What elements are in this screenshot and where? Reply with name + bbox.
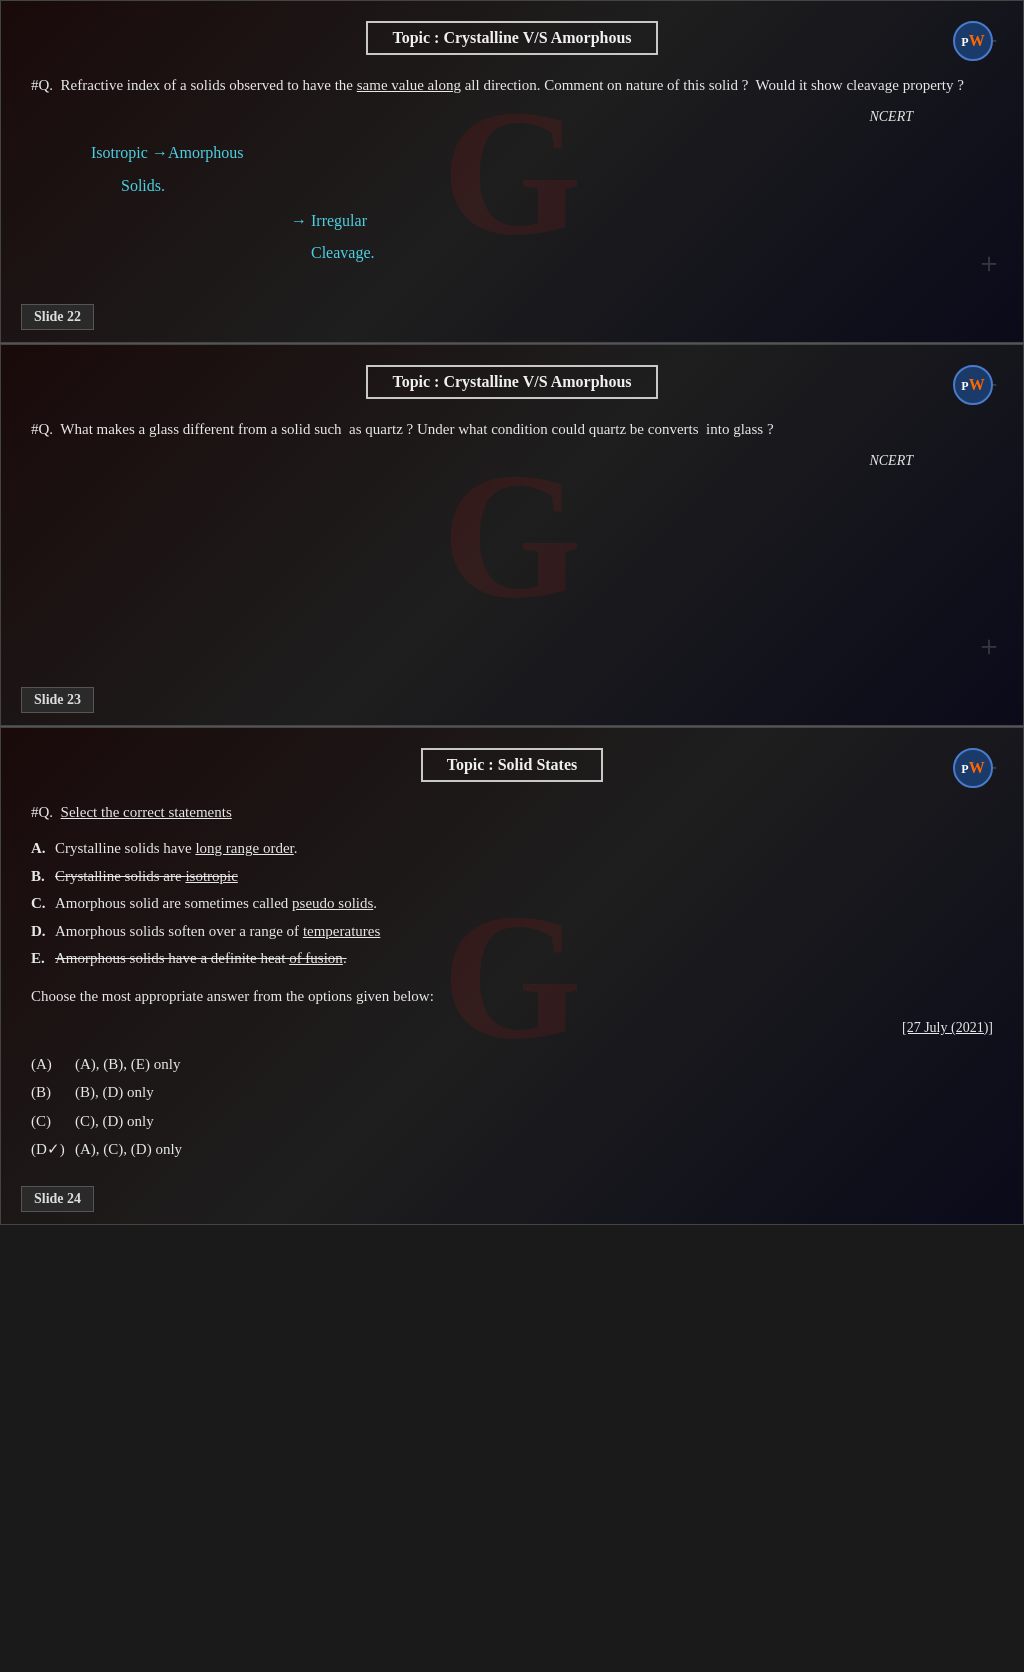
answer-c-value: (C), (D) only bbox=[75, 1107, 154, 1136]
slide-22-content: ＋ ＋ Topic : Crystalline V/S Amorphous PW… bbox=[1, 1, 1023, 342]
slide-24-topic-header: Topic : Solid States PW bbox=[31, 748, 993, 782]
option-c: C. Amorphous solid are sometimes called … bbox=[31, 891, 993, 917]
slide-23-container: ＋ ＋ Topic : Crystalline V/S Amorphous PW… bbox=[0, 344, 1024, 726]
pw-logo-p-23: PW bbox=[961, 377, 984, 393]
slide-22-question: #Q. Refractive index of a solids observe… bbox=[31, 73, 993, 97]
pw-logo-23: PW bbox=[953, 365, 993, 405]
pw-logo-p: PW bbox=[961, 33, 984, 49]
hw-line-2: Solids. bbox=[121, 172, 993, 201]
answer-d-value: (A), (C), (D) only bbox=[75, 1135, 182, 1164]
slide-24-content: ＋ Topic : Solid States PW #Q. Select the… bbox=[1, 728, 1023, 1224]
slide-22-handwritten: Isotropic →Amorphous Solids. → Irregular… bbox=[31, 125, 993, 282]
option-e-letter: E. bbox=[31, 946, 55, 972]
answer-b-value: (B), (D) only bbox=[75, 1078, 154, 1107]
option-d-letter: D. bbox=[31, 919, 55, 945]
pw-logo-22: PW bbox=[953, 21, 993, 61]
option-a-letter: A. bbox=[31, 836, 55, 862]
choose-text: Choose the most appropriate answer from … bbox=[31, 984, 993, 1008]
answer-d: (D✓) (A), (C), (D) only bbox=[31, 1135, 993, 1164]
hw-line-1: Isotropic →Amorphous bbox=[91, 139, 993, 168]
answer-c-label: (C) bbox=[31, 1107, 67, 1136]
slide-22-topic-header: Topic : Crystalline V/S Amorphous PW bbox=[31, 21, 993, 55]
pw-logo-24: PW bbox=[953, 748, 993, 788]
option-c-letter: C. bbox=[31, 891, 55, 917]
slide-22-ncert: NCERT bbox=[31, 109, 913, 125]
option-d: D. Amorphous solids soften over a range … bbox=[31, 919, 993, 945]
hw-line-3: → Irregular bbox=[291, 207, 993, 236]
option-c-text: Amorphous solid are sometimes called pse… bbox=[55, 891, 377, 917]
date-tag: [27 July (2021)] bbox=[31, 1020, 993, 1036]
hw-line-4: Cleavage. bbox=[311, 239, 993, 268]
option-a: A. Crystalline solids have long range or… bbox=[31, 836, 993, 862]
answer-a-value: (A), (B), (E) only bbox=[75, 1050, 180, 1079]
slide-23-content: ＋ ＋ Topic : Crystalline V/S Amorphous PW… bbox=[1, 345, 1023, 725]
option-d-text: Amorphous solids soften over a range of … bbox=[55, 919, 380, 945]
plus-decoration-bottom-23: ＋ bbox=[975, 627, 1003, 665]
slide-24-topic-box: Topic : Solid States bbox=[421, 748, 604, 782]
answer-a-label: (A) bbox=[31, 1050, 67, 1079]
slide-23-topic-box: Topic : Crystalline V/S Amorphous bbox=[366, 365, 657, 399]
slide-23-ncert: NCERT bbox=[31, 453, 913, 469]
option-b-letter: B. bbox=[31, 864, 55, 890]
option-b: B. Crystalline solids are isotropic bbox=[31, 864, 993, 890]
slide-22-label: Slide 22 bbox=[21, 304, 94, 330]
answer-options: (A) (A), (B), (E) only (B) (B), (D) only… bbox=[31, 1050, 993, 1164]
slide-24-label: Slide 24 bbox=[21, 1186, 94, 1212]
slide-24-container: ＋ Topic : Solid States PW #Q. Select the… bbox=[0, 727, 1024, 1225]
slide-22-container: ＋ ＋ Topic : Crystalline V/S Amorphous PW… bbox=[0, 0, 1024, 343]
slide-24-options: A. Crystalline solids have long range or… bbox=[31, 836, 993, 972]
option-e: E. Amorphous solids have a definite heat… bbox=[31, 946, 993, 972]
slide-23-topic-header: Topic : Crystalline V/S Amorphous PW bbox=[31, 365, 993, 399]
slide-24-question: #Q. Select the correct statements bbox=[31, 800, 993, 824]
answer-c: (C) (C), (D) only bbox=[31, 1107, 993, 1136]
pw-logo-p-24: PW bbox=[961, 760, 984, 776]
slide-22-topic-box: Topic : Crystalline V/S Amorphous bbox=[366, 21, 657, 55]
slide-23-label: Slide 23 bbox=[21, 687, 94, 713]
option-e-text: Amorphous solids have a definite heat of… bbox=[55, 946, 347, 972]
slide-23-question: #Q. What makes a glass different from a … bbox=[31, 417, 993, 441]
answer-d-label: (D✓) bbox=[31, 1135, 67, 1164]
answer-a: (A) (A), (B), (E) only bbox=[31, 1050, 993, 1079]
answer-b-label: (B) bbox=[31, 1078, 67, 1107]
answer-b: (B) (B), (D) only bbox=[31, 1078, 993, 1107]
option-b-text: Crystalline solids are isotropic bbox=[55, 864, 238, 890]
option-a-text: Crystalline solids have long range order… bbox=[55, 836, 297, 862]
